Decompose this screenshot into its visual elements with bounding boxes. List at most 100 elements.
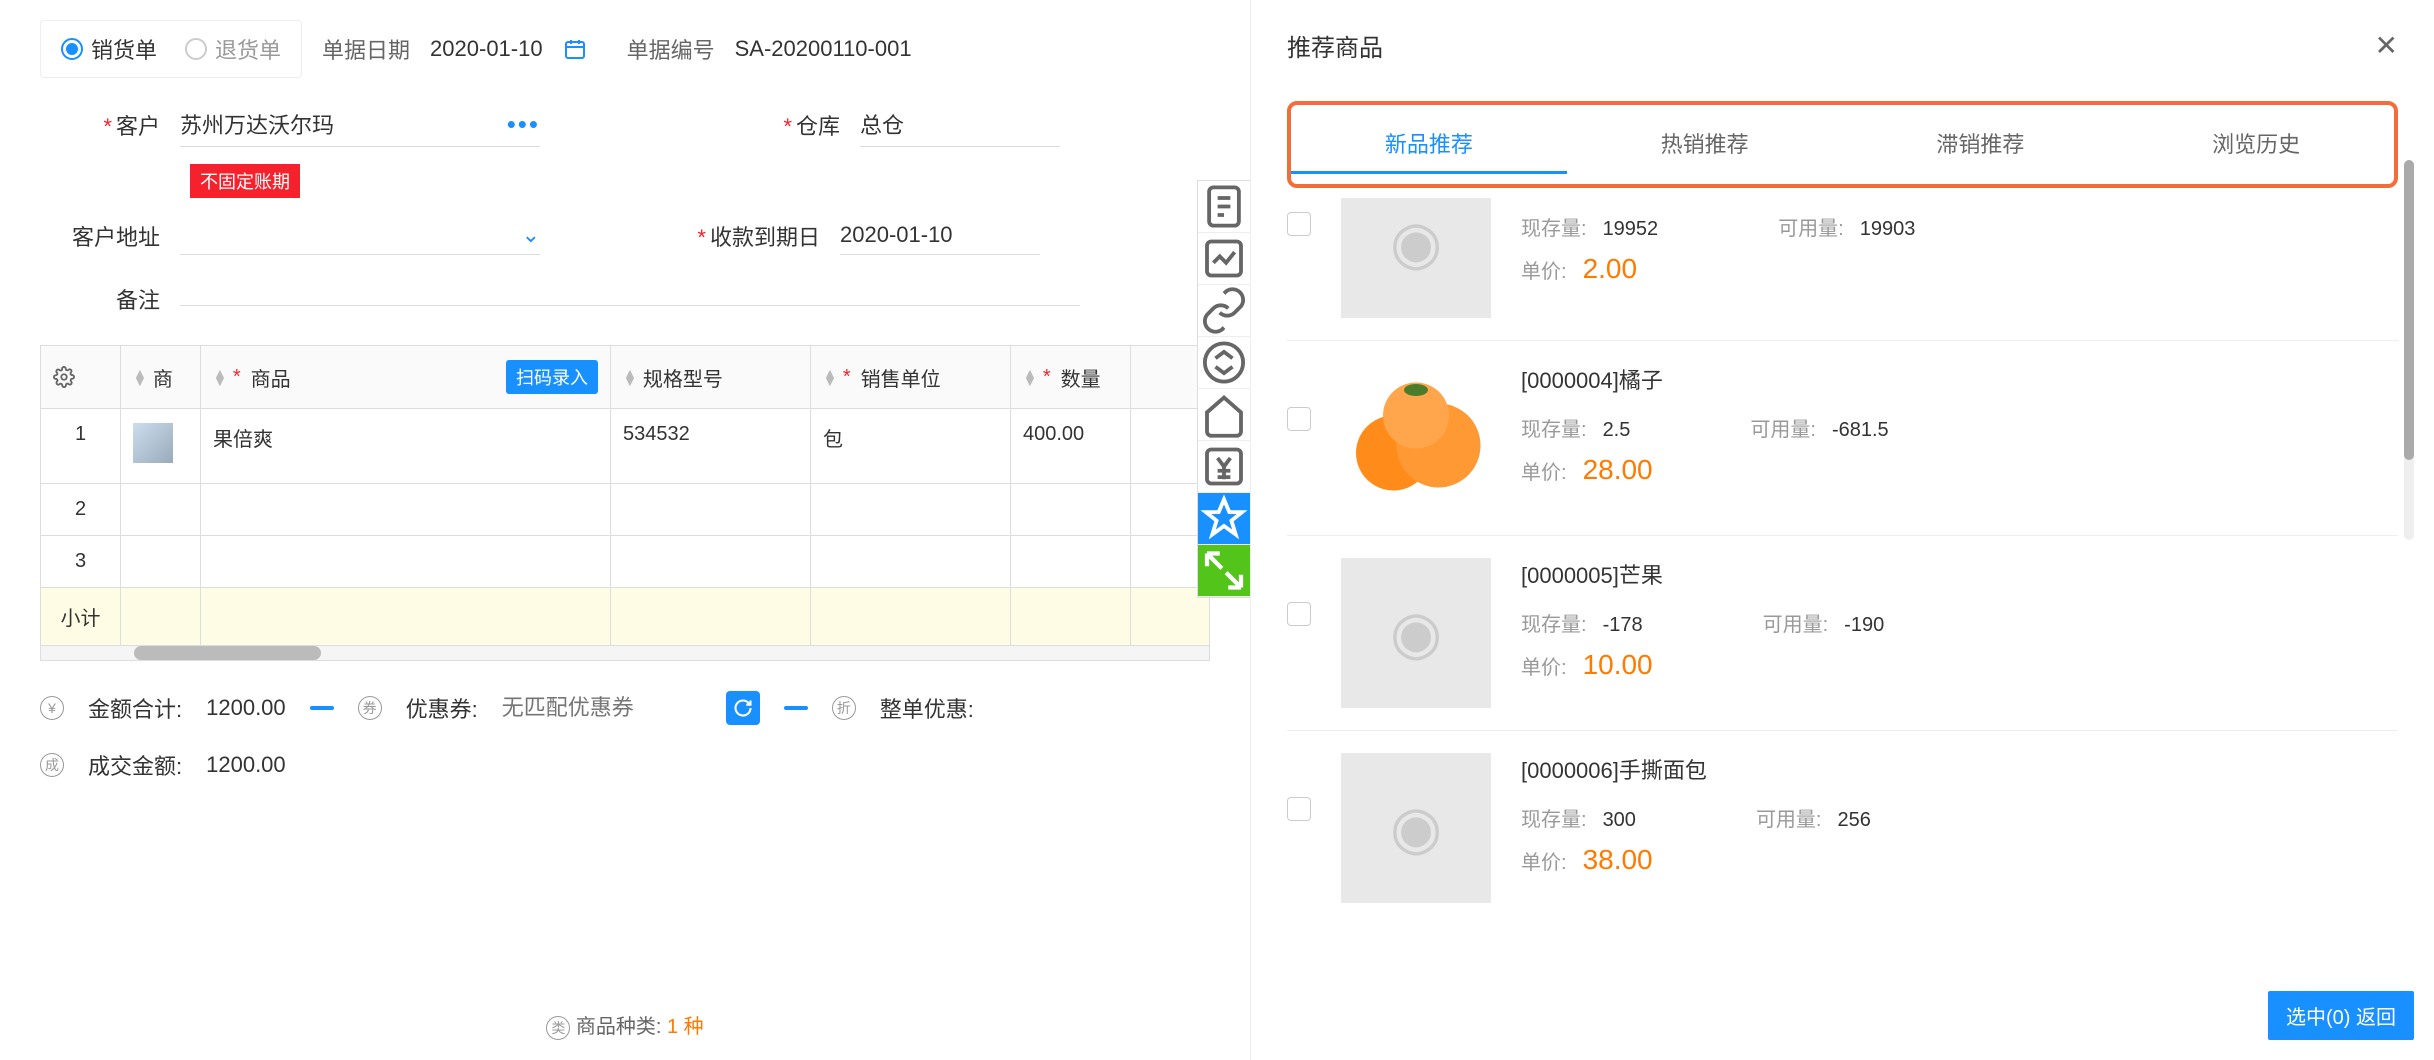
- sort-icon: ▲▼: [133, 369, 147, 385]
- stock-value: -178: [1603, 614, 1643, 636]
- customer-label: *客户: [40, 109, 160, 141]
- cell-qty[interactable]: 400.00: [1011, 409, 1131, 483]
- horizontal-scrollbar[interactable]: [41, 646, 1209, 660]
- product-list[interactable]: ◉ 250ml 现存量:19952 可用量:19903 单价:2.00 [000…: [1251, 198, 2434, 918]
- product-image-placeholder: ◉: [1341, 753, 1491, 903]
- sort-icon: ▲▼: [1023, 369, 1037, 385]
- col-product[interactable]: ▲▼*商品扫码录入: [201, 346, 611, 408]
- tab-new[interactable]: 新品推荐: [1291, 115, 1567, 174]
- radio-sales-order[interactable]: 销货单: [61, 33, 157, 65]
- kinds-icon: 类: [546, 1016, 570, 1040]
- col-spec[interactable]: ▲▼规格型号: [611, 346, 811, 408]
- order-discount-label: 整单优惠:: [880, 692, 974, 724]
- tool-star-icon[interactable]: [1198, 493, 1250, 545]
- stock-value: 2.5: [1603, 419, 1631, 441]
- coupon-icon: 券: [358, 696, 382, 720]
- list-item: [0000004]橘子 现存量:2.5 可用量:-681.5 单价:28.00: [1287, 341, 2398, 536]
- tool-swap-icon[interactable]: [1198, 337, 1250, 389]
- fixed-period-badge: 不固定账期: [190, 164, 300, 198]
- deal-icon: 成: [40, 753, 64, 777]
- vertical-scrollbar[interactable]: [2404, 160, 2414, 540]
- select-return-button[interactable]: 选中(0) 返回: [2268, 991, 2414, 1040]
- order-type-radio-group: 销货单 退货单: [40, 20, 302, 78]
- sort-icon: ▲▼: [823, 369, 837, 385]
- tool-note-icon[interactable]: [1198, 181, 1250, 233]
- item-checkbox[interactable]: [1287, 602, 1311, 626]
- warehouse-input[interactable]: 总仓: [860, 102, 1060, 147]
- deal-value: 1200.00: [206, 752, 286, 778]
- table-row[interactable]: 2: [41, 484, 1209, 536]
- address-input[interactable]: ⌄: [180, 216, 540, 255]
- sort-icon: ▲▼: [213, 369, 227, 385]
- col-unit[interactable]: ▲▼*销售单位: [811, 346, 1011, 408]
- col-image[interactable]: ▲▼商: [121, 346, 201, 408]
- bottom-bar: 类 商品种类: 1 种: [0, 990, 1250, 1060]
- customer-input[interactable]: 苏州万达沃尔玛 •••: [180, 102, 540, 147]
- product-thumb-icon: [133, 423, 173, 463]
- bill-no-value: SA-20200110-001: [735, 36, 912, 62]
- radio-sales-label: 销货单: [91, 33, 157, 65]
- price-value: 38.00: [1583, 844, 1653, 875]
- radio-return-order[interactable]: 退货单: [185, 33, 281, 65]
- due-date-input[interactable]: 2020-01-10: [840, 216, 1040, 255]
- warehouse-value: 总仓: [860, 108, 904, 140]
- tab-history[interactable]: 浏览历史: [2118, 115, 2394, 174]
- table-row[interactable]: 1 果倍爽 534532 包 400.00: [41, 409, 1209, 484]
- refresh-button[interactable]: [726, 691, 760, 725]
- total-value: 1200.00: [206, 695, 286, 721]
- tool-yen-icon[interactable]: [1198, 441, 1250, 493]
- customer-value: 苏州万达沃尔玛: [180, 108, 334, 140]
- yen-icon: ¥: [40, 696, 64, 720]
- warehouse-label: *仓库: [720, 109, 840, 141]
- col-gear[interactable]: [41, 346, 121, 408]
- radio-selected-icon: [61, 38, 83, 60]
- avail-value: 256: [1838, 809, 1871, 831]
- list-item: ◉ [0000005]芒果 现存量:-178 可用量:-190 单价:10.00: [1287, 536, 2398, 731]
- more-icon[interactable]: •••: [507, 109, 540, 140]
- tool-expand-icon[interactable]: [1198, 545, 1250, 597]
- cell-image: [121, 409, 201, 483]
- kinds-value: 1 种: [667, 1016, 704, 1038]
- subtotal-label: 小计: [41, 588, 121, 645]
- cell-idx: 2: [41, 484, 121, 535]
- avail-value: -190: [1844, 614, 1884, 636]
- radio-return-label: 退货单: [215, 33, 281, 65]
- remark-input[interactable]: [180, 293, 1080, 306]
- recommend-title: 推荐商品: [1287, 28, 1383, 63]
- price-value: 2.00: [1583, 253, 1638, 284]
- scan-entry-button[interactable]: 扫码录入: [506, 360, 598, 394]
- item-checkbox[interactable]: [1287, 797, 1311, 821]
- radio-unselected-icon: [185, 38, 207, 60]
- item-checkbox[interactable]: [1287, 212, 1311, 236]
- table-row[interactable]: 3: [41, 536, 1209, 588]
- stock-value: 19952: [1603, 218, 1659, 240]
- deal-label: 成交金额:: [88, 749, 182, 781]
- kinds-label: 商品种类:: [576, 1016, 662, 1038]
- list-item: ◉ 250ml 现存量:19952 可用量:19903 单价:2.00: [1287, 198, 2398, 341]
- chevron-down-icon[interactable]: ⌄: [522, 222, 540, 248]
- side-toolbar: [1197, 180, 1251, 598]
- item-checkbox[interactable]: [1287, 407, 1311, 431]
- calendar-icon[interactable]: [563, 37, 587, 61]
- bill-no-label: 单据编号: [627, 33, 715, 65]
- cell-name[interactable]: 果倍爽: [201, 409, 611, 483]
- dash-icon: [784, 706, 808, 710]
- cell-spec[interactable]: 534532: [611, 409, 811, 483]
- coupon-label: 优惠券:: [406, 692, 478, 724]
- cell-unit[interactable]: 包: [811, 409, 1011, 483]
- close-icon[interactable]: ✕: [2375, 29, 2398, 62]
- tool-home-icon[interactable]: [1198, 389, 1250, 441]
- cell-idx: 1: [41, 409, 121, 483]
- col-qty[interactable]: ▲▼*数量: [1011, 346, 1131, 408]
- due-date-value: 2020-01-10: [840, 222, 953, 248]
- remark-label: 备注: [40, 283, 160, 315]
- product-image-placeholder: ◉: [1341, 558, 1491, 708]
- dash-icon: [310, 706, 334, 710]
- tool-chart-icon[interactable]: [1198, 233, 1250, 285]
- tool-link-icon[interactable]: [1198, 285, 1250, 337]
- product-name: [0000004]橘子: [1521, 363, 2398, 395]
- tab-hot[interactable]: 热销推荐: [1567, 115, 1843, 174]
- tab-slow[interactable]: 滞销推荐: [1843, 115, 2119, 174]
- bill-date-value[interactable]: 2020-01-10: [430, 36, 543, 62]
- coupon-input[interactable]: [502, 695, 702, 721]
